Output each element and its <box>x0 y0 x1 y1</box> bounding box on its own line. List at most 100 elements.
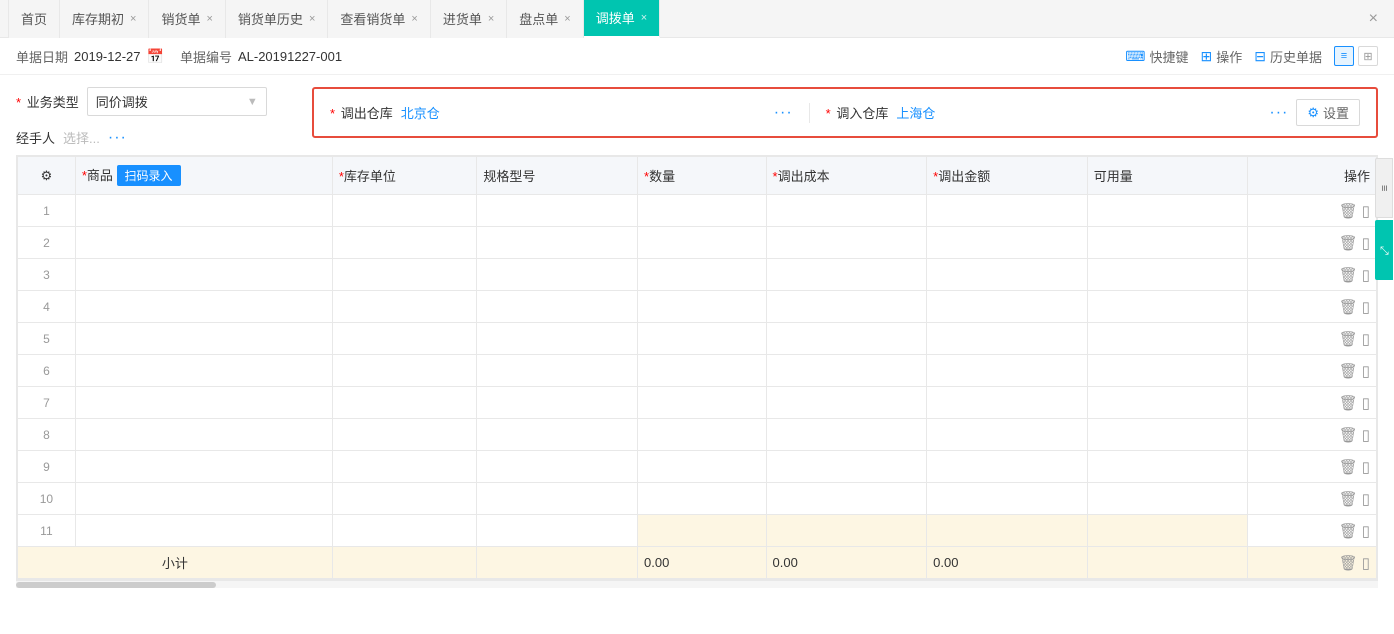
date-value[interactable]: 2019-12-27 <box>74 49 141 64</box>
quantity-cell[interactable] <box>638 451 767 483</box>
subtotal-delete-button[interactable]: 🗑 <box>1339 554 1358 572</box>
amount-cell[interactable] <box>927 259 1088 291</box>
settings-button[interactable]: ⚙ 设置 <box>1296 99 1360 126</box>
unit-cell[interactable] <box>332 259 477 291</box>
business-type-select[interactable]: 同价调拨 ▼ <box>87 87 267 116</box>
scan-button[interactable]: 扫码录入 <box>117 165 181 186</box>
out-warehouse-ellipsis[interactable]: ··· <box>774 104 793 122</box>
unit-cell[interactable] <box>332 323 477 355</box>
spec-cell[interactable] <box>477 515 638 547</box>
copy-row-button[interactable]: ▯ <box>1362 330 1370 348</box>
scrollbar-thumb[interactable] <box>16 582 216 588</box>
cost-cell[interactable] <box>766 259 927 291</box>
right-panel-expand-button[interactable]: ⤢ <box>1375 220 1393 280</box>
quantity-cell[interactable] <box>638 291 767 323</box>
cost-cell[interactable] <box>766 387 927 419</box>
delete-row-button[interactable]: 🗑 <box>1339 202 1358 220</box>
amount-cell[interactable] <box>927 387 1088 419</box>
spec-cell[interactable] <box>477 291 638 323</box>
delete-row-button[interactable]: 🗑 <box>1339 490 1358 508</box>
cost-cell[interactable] <box>766 483 927 515</box>
product-cell[interactable] <box>75 483 332 515</box>
tab-inventory-init-close[interactable]: × <box>130 13 136 25</box>
cost-cell[interactable] <box>766 451 927 483</box>
delete-row-button[interactable]: 🗑 <box>1339 298 1358 316</box>
delete-row-button[interactable]: 🗑 <box>1339 234 1358 252</box>
cost-cell[interactable] <box>766 227 927 259</box>
spec-cell[interactable] <box>477 419 638 451</box>
cost-cell[interactable] <box>766 515 927 547</box>
tab-inventory-init[interactable]: 库存期初 × <box>60 0 149 38</box>
product-cell[interactable] <box>75 355 332 387</box>
handler-ellipsis[interactable]: ··· <box>108 129 127 147</box>
unit-cell[interactable] <box>332 515 477 547</box>
spec-cell[interactable] <box>477 355 638 387</box>
quantity-cell[interactable] <box>638 355 767 387</box>
amount-cell[interactable] <box>927 291 1088 323</box>
copy-row-button[interactable]: ▯ <box>1362 266 1370 284</box>
tab-stock-count-close[interactable]: × <box>564 13 570 25</box>
product-cell[interactable] <box>75 451 332 483</box>
quantity-cell[interactable] <box>638 323 767 355</box>
copy-row-button[interactable]: ▯ <box>1362 394 1370 412</box>
amount-cell[interactable] <box>927 419 1088 451</box>
cost-cell[interactable] <box>766 195 927 227</box>
cost-cell[interactable] <box>766 419 927 451</box>
tab-sales-history-close[interactable]: × <box>309 13 315 25</box>
tab-home[interactable]: 首页 <box>8 0 60 38</box>
product-cell[interactable] <box>75 515 332 547</box>
handler-select[interactable]: 选择... <box>63 128 100 147</box>
horizontal-scrollbar[interactable] <box>16 580 1378 588</box>
amount-cell[interactable] <box>927 323 1088 355</box>
spec-cell[interactable] <box>477 323 638 355</box>
quantity-cell[interactable] <box>638 195 767 227</box>
tab-transfer-order[interactable]: 调拨单 × <box>584 0 660 38</box>
tab-sales-order[interactable]: 销货单 × <box>149 0 225 38</box>
amount-cell[interactable] <box>927 515 1088 547</box>
unit-cell[interactable] <box>332 387 477 419</box>
tab-view-sales[interactable]: 查看销货单 × <box>328 0 430 38</box>
amount-cell[interactable] <box>927 195 1088 227</box>
quantity-cell[interactable] <box>638 419 767 451</box>
tab-view-sales-close[interactable]: × <box>411 13 417 25</box>
unit-cell[interactable] <box>332 355 477 387</box>
in-warehouse-value[interactable]: 上海仓 <box>896 103 935 122</box>
tab-transfer-order-close[interactable]: × <box>641 12 647 24</box>
spec-cell[interactable] <box>477 451 638 483</box>
operations-button[interactable]: ⊞ 操作 <box>1201 47 1243 66</box>
cost-cell[interactable] <box>766 355 927 387</box>
history-button[interactable]: ⊟ 历史单据 <box>1254 47 1322 66</box>
settings-column-header[interactable]: ⚙ <box>18 157 76 195</box>
copy-row-button[interactable]: ▯ <box>1362 490 1370 508</box>
unit-cell[interactable] <box>332 291 477 323</box>
copy-row-button[interactable]: ▯ <box>1362 522 1370 540</box>
product-cell[interactable] <box>75 419 332 451</box>
copy-row-button[interactable]: ▯ <box>1362 234 1370 252</box>
tab-stock-count[interactable]: 盘点单 × <box>507 0 583 38</box>
copy-row-button[interactable]: ▯ <box>1362 298 1370 316</box>
quantity-cell[interactable] <box>638 227 767 259</box>
unit-cell[interactable] <box>332 451 477 483</box>
delete-row-button[interactable]: 🗑 <box>1339 362 1358 380</box>
product-cell[interactable] <box>75 195 332 227</box>
spec-cell[interactable] <box>477 195 638 227</box>
product-cell[interactable] <box>75 323 332 355</box>
copy-row-button[interactable]: ▯ <box>1362 362 1370 380</box>
in-warehouse-ellipsis[interactable]: ··· <box>1269 104 1288 122</box>
product-cell[interactable] <box>75 227 332 259</box>
cost-cell[interactable] <box>766 291 927 323</box>
delete-row-button[interactable]: 🗑 <box>1339 266 1358 284</box>
tab-purchase-order[interactable]: 进货单 × <box>431 0 507 38</box>
product-cell[interactable] <box>75 291 332 323</box>
quantity-cell[interactable] <box>638 259 767 291</box>
spec-cell[interactable] <box>477 387 638 419</box>
list-view-button[interactable]: ≡ <box>1334 46 1354 66</box>
calendar-icon[interactable]: 📅 <box>147 48 164 65</box>
unit-cell[interactable] <box>332 483 477 515</box>
delete-row-button[interactable]: 🗑 <box>1339 522 1358 540</box>
amount-cell[interactable] <box>927 451 1088 483</box>
quantity-cell[interactable] <box>638 515 767 547</box>
delete-row-button[interactable]: 🗑 <box>1339 426 1358 444</box>
out-warehouse-value[interactable]: 北京仓 <box>401 103 440 122</box>
copy-row-button[interactable]: ▯ <box>1362 426 1370 444</box>
